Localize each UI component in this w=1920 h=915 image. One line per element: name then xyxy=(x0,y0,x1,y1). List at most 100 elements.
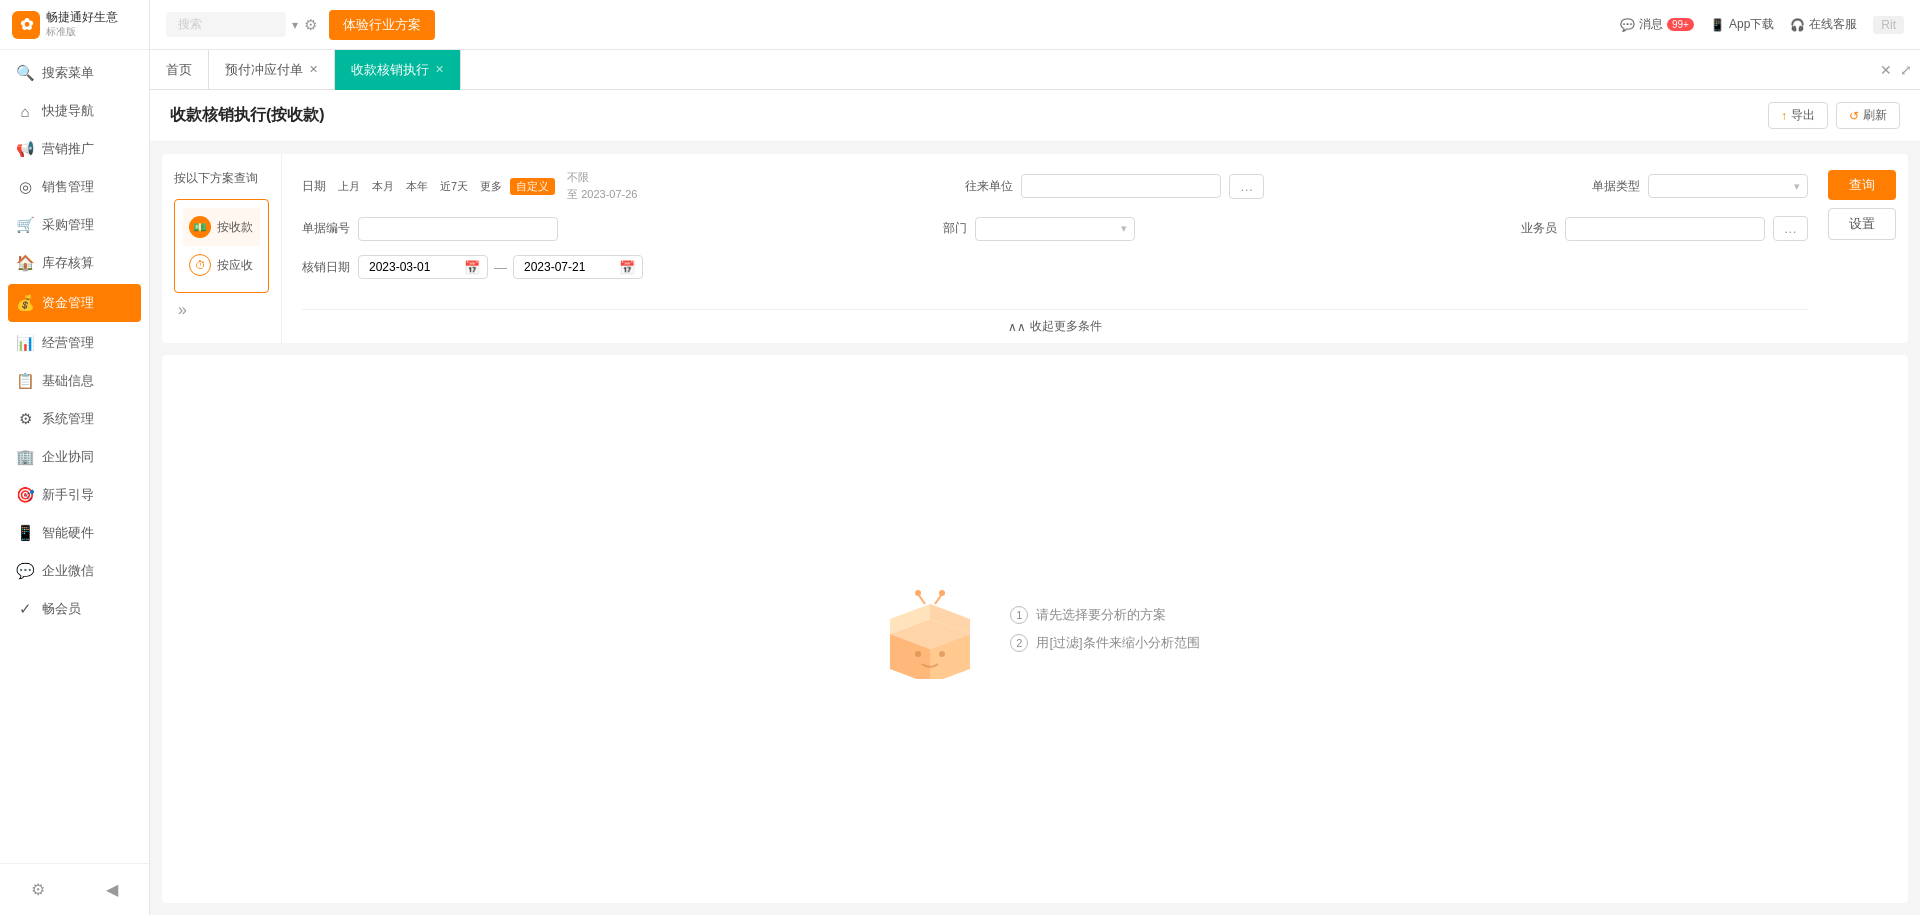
sidebar-collapse-btn[interactable]: ◀ xyxy=(98,872,126,907)
sidebar-item-member[interactable]: ✓ 畅会员 xyxy=(0,590,149,628)
settings-icon[interactable]: ⚙ xyxy=(304,16,317,34)
member-icon: ✓ xyxy=(16,600,34,618)
tab-home[interactable]: 首页 xyxy=(150,50,209,90)
hardware-icon: 📱 xyxy=(16,524,34,542)
query-btn[interactable]: 查询 xyxy=(1828,170,1896,200)
app-download-btn[interactable]: 📱 App下载 xyxy=(1710,16,1774,33)
sidebar-collapse-toggle[interactable]: » xyxy=(174,297,269,323)
doc-no-label: 单据编号 xyxy=(302,220,350,237)
guide-icon: 🎯 xyxy=(16,486,34,504)
sidebar-logo: ✿ 畅捷通好生意 标准版 xyxy=(0,0,149,50)
tab-collection[interactable]: 收款核销执行 ✕ xyxy=(335,50,461,90)
dept-select[interactable] xyxy=(975,217,1135,241)
sidebar-item-guide[interactable]: 🎯 新手引导 xyxy=(0,476,149,514)
user-name[interactable]: Rit xyxy=(1873,16,1904,34)
sidebar-item-operations[interactable]: 📊 经营管理 xyxy=(0,324,149,362)
empty-hint-2: 2 用[过滤]条件来缩小分析范围 xyxy=(1010,634,1199,652)
sidebar-item-hardware[interactable]: 📱 智能硬件 xyxy=(0,514,149,552)
date-7days[interactable]: 近7天 xyxy=(436,178,472,195)
empty-state: 1 请先选择要分析的方案 2 用[过滤]条件来缩小分析范围 xyxy=(162,355,1908,903)
partner-ellipsis-btn[interactable]: … xyxy=(1229,174,1264,199)
date-this-month[interactable]: 本月 xyxy=(368,178,398,195)
verify-date-start-wrap: 📅 xyxy=(358,255,488,279)
export-btn[interactable]: ↑ 导出 xyxy=(1768,102,1828,129)
sidebar-item-inventory[interactable]: 🏠 库存核算 xyxy=(0,244,149,282)
sidebar-item-system[interactable]: ⚙ 系统管理 xyxy=(0,400,149,438)
sidebar-item-finance[interactable]: 💰 资金管理 xyxy=(8,284,141,322)
sidebar-menu: 🔍 搜索菜单 ⌂ 快捷导航 📢 营销推广 ◎ 销售管理 🛒 采购管理 🏠 库存核… xyxy=(0,50,149,863)
sidebar-label-member: 畅会员 xyxy=(42,600,81,618)
sidebar-item-basic-info[interactable]: 📋 基础信息 xyxy=(0,362,149,400)
sidebar-item-marketing[interactable]: 📢 营销推广 xyxy=(0,130,149,168)
refresh-btn[interactable]: ↺ 刷新 xyxy=(1836,102,1900,129)
sidebar-item-enterprise[interactable]: 🏢 企业协同 xyxy=(0,438,149,476)
sales-icon: ◎ xyxy=(16,178,34,196)
app-edition: 标准版 xyxy=(46,25,118,39)
header-actions: 💬 消息 99+ 📱 App下载 🎧 在线客服 Rit xyxy=(1620,16,1904,34)
staff-input[interactable] xyxy=(1565,217,1765,241)
query-option-by-receipt[interactable]: 💵 按收款 xyxy=(183,208,260,246)
empty-hint-2-text: 用[过滤]条件来缩小分析范围 xyxy=(1036,634,1199,652)
sidebar-item-wechat[interactable]: 💬 企业微信 xyxy=(0,552,149,590)
date-last-month[interactable]: 上月 xyxy=(334,178,364,195)
staff-ellipsis-btn[interactable]: … xyxy=(1773,216,1808,241)
tab-expand-icon[interactable]: ⤢ xyxy=(1900,62,1912,78)
settings-btn[interactable]: 设置 xyxy=(1828,208,1896,240)
partner-input[interactable] xyxy=(1021,174,1221,198)
sidebar-label-marketing: 营销推广 xyxy=(42,140,94,158)
collapse-more-btn[interactable]: ∧∧ 收起更多条件 xyxy=(302,309,1808,343)
query-option-by-receivable[interactable]: ⏱ 按应收 xyxy=(183,246,260,284)
query-sidebar: 按以下方案查询 💵 按收款 ⏱ 按应收 » xyxy=(162,154,282,343)
date-more[interactable]: 更多 xyxy=(476,178,506,195)
sidebar-label-finance: 资金管理 xyxy=(42,294,94,312)
empty-num-2: 2 xyxy=(1010,634,1028,652)
page-title: 收款核销执行(按收款) xyxy=(170,105,325,138)
app-download-label: App下载 xyxy=(1729,16,1774,33)
tab-close-all-icon[interactable]: ✕ xyxy=(1880,62,1892,78)
sidebar-item-sales[interactable]: ◎ 销售管理 xyxy=(0,168,149,206)
date-label: 日期 xyxy=(302,178,326,195)
content-area: 收款核销执行(按收款) ↑ 导出 ↺ 刷新 按以下方案查询 💵 xyxy=(150,90,1920,915)
sidebar-label-search-menu: 搜索菜单 xyxy=(42,64,94,82)
empty-text: 1 请先选择要分析的方案 2 用[过滤]条件来缩小分析范围 xyxy=(1010,606,1199,652)
doc-type-select[interactable] xyxy=(1648,174,1808,198)
sidebar-settings-btn[interactable]: ⚙ xyxy=(23,872,53,907)
wechat-icon: 💬 xyxy=(16,562,34,580)
verify-date-field: 核销日期 📅 — 📅 xyxy=(302,255,643,279)
main-area: 搜索 ▾ ⚙ 体验行业方案 💬 消息 99+ 📱 App下载 🎧 在线客服 Ri… xyxy=(150,0,1920,915)
sidebar-item-quick-nav[interactable]: ⌂ 快捷导航 xyxy=(0,92,149,130)
tab-prepay-close-icon[interactable]: ✕ xyxy=(309,63,318,76)
home-tab-label: 首页 xyxy=(166,61,192,79)
solution-btn[interactable]: 体验行业方案 xyxy=(329,10,435,40)
empty-hint-1: 1 请先选择要分析的方案 xyxy=(1010,606,1199,624)
sidebar: ✿ 畅捷通好生意 标准版 🔍 搜索菜单 ⌂ 快捷导航 📢 营销推广 ◎ 销售管理… xyxy=(0,0,150,915)
purchase-icon: 🛒 xyxy=(16,216,34,234)
sidebar-label-sales: 销售管理 xyxy=(42,178,94,196)
partner-field: 往来单位 … xyxy=(965,174,1264,199)
sidebar-item-search-menu[interactable]: 🔍 搜索菜单 xyxy=(0,54,149,92)
doc-no-input[interactable] xyxy=(358,217,558,241)
empty-illustration xyxy=(870,579,970,679)
date-shortcuts: 上月 本月 本年 近7天 更多 自定义 xyxy=(334,178,555,195)
staff-field: 业务员 … xyxy=(1521,216,1808,241)
tab-prepay[interactable]: 预付冲应付单 ✕ xyxy=(209,50,335,90)
date-no-limit: 不限 xyxy=(567,170,637,185)
svg-point-5 xyxy=(915,651,921,657)
receivable-icon: ⏱ xyxy=(189,254,211,276)
date-this-year[interactable]: 本年 xyxy=(402,178,432,195)
customer-service-label: 在线客服 xyxy=(1809,16,1857,33)
sidebar-item-purchase[interactable]: 🛒 采购管理 xyxy=(0,206,149,244)
dept-field: 部门 ▾ xyxy=(943,217,1135,241)
sidebar-label-wechat: 企业微信 xyxy=(42,562,94,580)
finance-icon: 💰 xyxy=(16,294,34,312)
customer-service-btn[interactable]: 🎧 在线客服 xyxy=(1790,16,1857,33)
date-field: 日期 上月 本月 本年 近7天 更多 自定义 不限 至 xyxy=(302,170,637,202)
tab-collection-close-icon[interactable]: ✕ xyxy=(435,63,444,76)
refresh-icon: ↺ xyxy=(1849,109,1859,123)
inventory-icon: 🏠 xyxy=(16,254,34,272)
message-btn[interactable]: 💬 消息 99+ xyxy=(1620,16,1694,33)
date-custom[interactable]: 自定义 xyxy=(510,178,555,195)
headset-icon: 🎧 xyxy=(1790,18,1805,32)
date-no-limit-wrap: 不限 至 2023-07-26 xyxy=(567,170,637,202)
dept-label: 部门 xyxy=(943,220,967,237)
